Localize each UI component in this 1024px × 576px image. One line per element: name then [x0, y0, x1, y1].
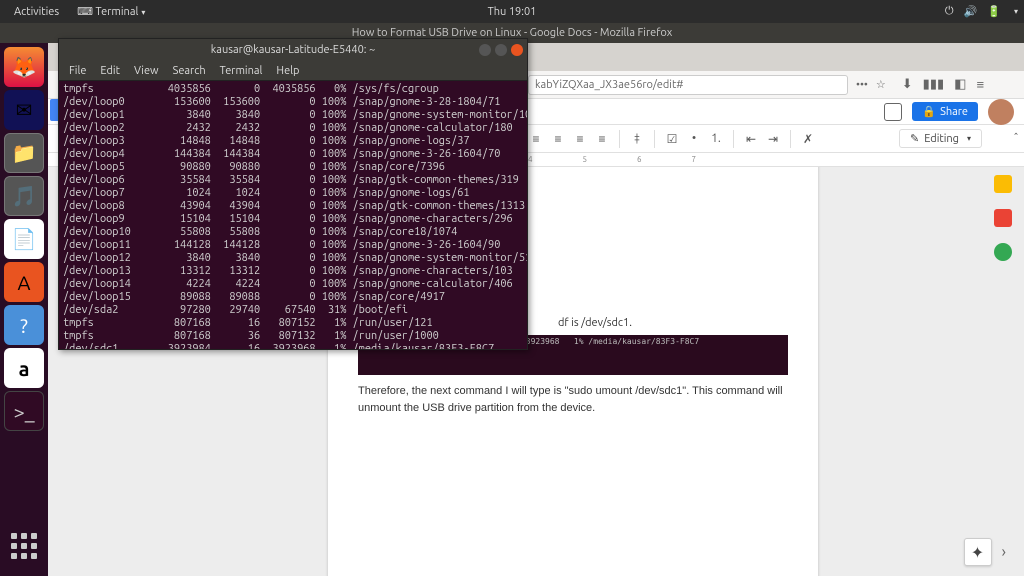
menu-file[interactable]: File — [63, 64, 92, 78]
battery-icon[interactable]: 🔋 — [987, 5, 1001, 18]
launcher-libreoffice-writer[interactable]: 📄 — [4, 219, 44, 259]
launcher-help[interactable]: ? — [4, 305, 44, 345]
align-right-icon[interactable]: ≡ — [572, 132, 588, 146]
downloads-icon[interactable]: ⬇ — [902, 77, 913, 92]
align-left-icon[interactable]: ≡ — [528, 132, 544, 146]
gsuite-side-panel — [988, 167, 1018, 261]
launcher-thunderbird[interactable]: ✉ — [4, 90, 44, 130]
menu-search[interactable]: Search — [167, 64, 212, 78]
maximize-icon[interactable] — [495, 44, 507, 56]
activities-button[interactable]: Activities — [6, 4, 67, 20]
document-body-text[interactable]: Therefore, the next command I will type … — [358, 383, 788, 416]
numbered-list-icon[interactable]: 1. — [708, 132, 724, 146]
network-icon[interactable]: ⏻ — [945, 5, 954, 18]
editing-mode-button[interactable]: ✎ Editing ▾ — [899, 129, 982, 148]
clear-formatting-icon[interactable]: ✗ — [800, 132, 816, 146]
volume-icon[interactable]: 🔊 — [964, 5, 978, 18]
minimize-icon[interactable] — [479, 44, 491, 56]
launcher-files[interactable]: 📁 — [4, 133, 44, 173]
show-applications[interactable] — [4, 526, 44, 566]
gnome-topbar: Activities ⌨ Terminal▾ Thu 19:01 ⏻ 🔊 🔋 ▾ — [0, 0, 1024, 23]
address-bar[interactable]: kabYiZQXaa_JX3ae56ro/edit# — [528, 75, 848, 95]
pencil-icon: ✎ — [910, 132, 919, 145]
terminal-window[interactable]: kausar@kausar-Latitude-E5440: ~ File Edi… — [58, 38, 528, 350]
comment-history-icon[interactable] — [884, 103, 902, 121]
terminal-icon: ⌨ — [77, 6, 93, 18]
launcher-terminal[interactable]: >_ — [4, 391, 44, 431]
launcher-software[interactable]: A — [4, 262, 44, 302]
menu-icon[interactable]: ≡ — [976, 77, 984, 92]
lock-icon: 🔒 — [922, 105, 936, 118]
user-avatar[interactable] — [988, 99, 1014, 125]
menu-edit[interactable]: Edit — [94, 64, 126, 78]
indent-increase-icon[interactable]: ⇥ — [765, 132, 781, 146]
explore-button[interactable]: ✦ — [964, 538, 992, 566]
terminal-output[interactable]: tmpfs 4035856 0 4035856 0% /sys/fs/cgrou… — [59, 81, 527, 349]
system-menu-caret[interactable]: ▾ — [1014, 7, 1018, 16]
clock[interactable]: Thu 19:01 — [480, 4, 545, 20]
side-panel-toggle-icon[interactable]: › — [1002, 543, 1007, 561]
close-icon[interactable] — [511, 44, 523, 56]
addons-icon[interactable] — [994, 243, 1012, 261]
terminal-titlebar[interactable]: kausar@kausar-Latitude-E5440: ~ — [59, 39, 527, 61]
doc-text-fragment-2: df is /dev/sdc1. — [558, 317, 788, 329]
line-spacing-icon[interactable]: ‡ — [629, 132, 645, 146]
sidebar-icon[interactable]: ◧ — [954, 77, 966, 92]
terminal-menubar: File Edit View Search Terminal Help — [59, 61, 527, 81]
bulleted-list-icon[interactable]: • — [686, 132, 702, 146]
align-justify-icon[interactable]: ≡ — [594, 132, 610, 146]
tasks-icon[interactable] — [994, 209, 1012, 227]
launcher-amazon[interactable]: a — [4, 348, 44, 388]
align-center-icon[interactable]: ≡ — [550, 132, 566, 146]
menu-help[interactable]: Help — [270, 64, 305, 78]
bookmark-star-icon[interactable]: ☆ — [876, 78, 886, 91]
menu-terminal[interactable]: Terminal — [214, 64, 269, 78]
checklist-icon[interactable]: ☑ — [664, 132, 680, 146]
launcher-firefox[interactable]: 🦊 — [4, 47, 44, 87]
library-icon[interactable]: ▮▮▮ — [923, 77, 944, 92]
page-actions[interactable]: ••• — [856, 79, 868, 91]
indent-decrease-icon[interactable]: ⇤ — [743, 132, 759, 146]
ubuntu-launcher: 🦊 ✉ 📁 🎵 📄 A ? a >_ — [0, 43, 48, 576]
app-menu[interactable]: ⌨ Terminal▾ — [69, 3, 153, 20]
expand-menu-icon[interactable]: ˆ — [1008, 132, 1024, 146]
launcher-rhythmbox[interactable]: 🎵 — [4, 176, 44, 216]
keep-icon[interactable] — [994, 175, 1012, 193]
share-button[interactable]: 🔒Share — [912, 102, 978, 121]
menu-view[interactable]: View — [128, 64, 165, 78]
